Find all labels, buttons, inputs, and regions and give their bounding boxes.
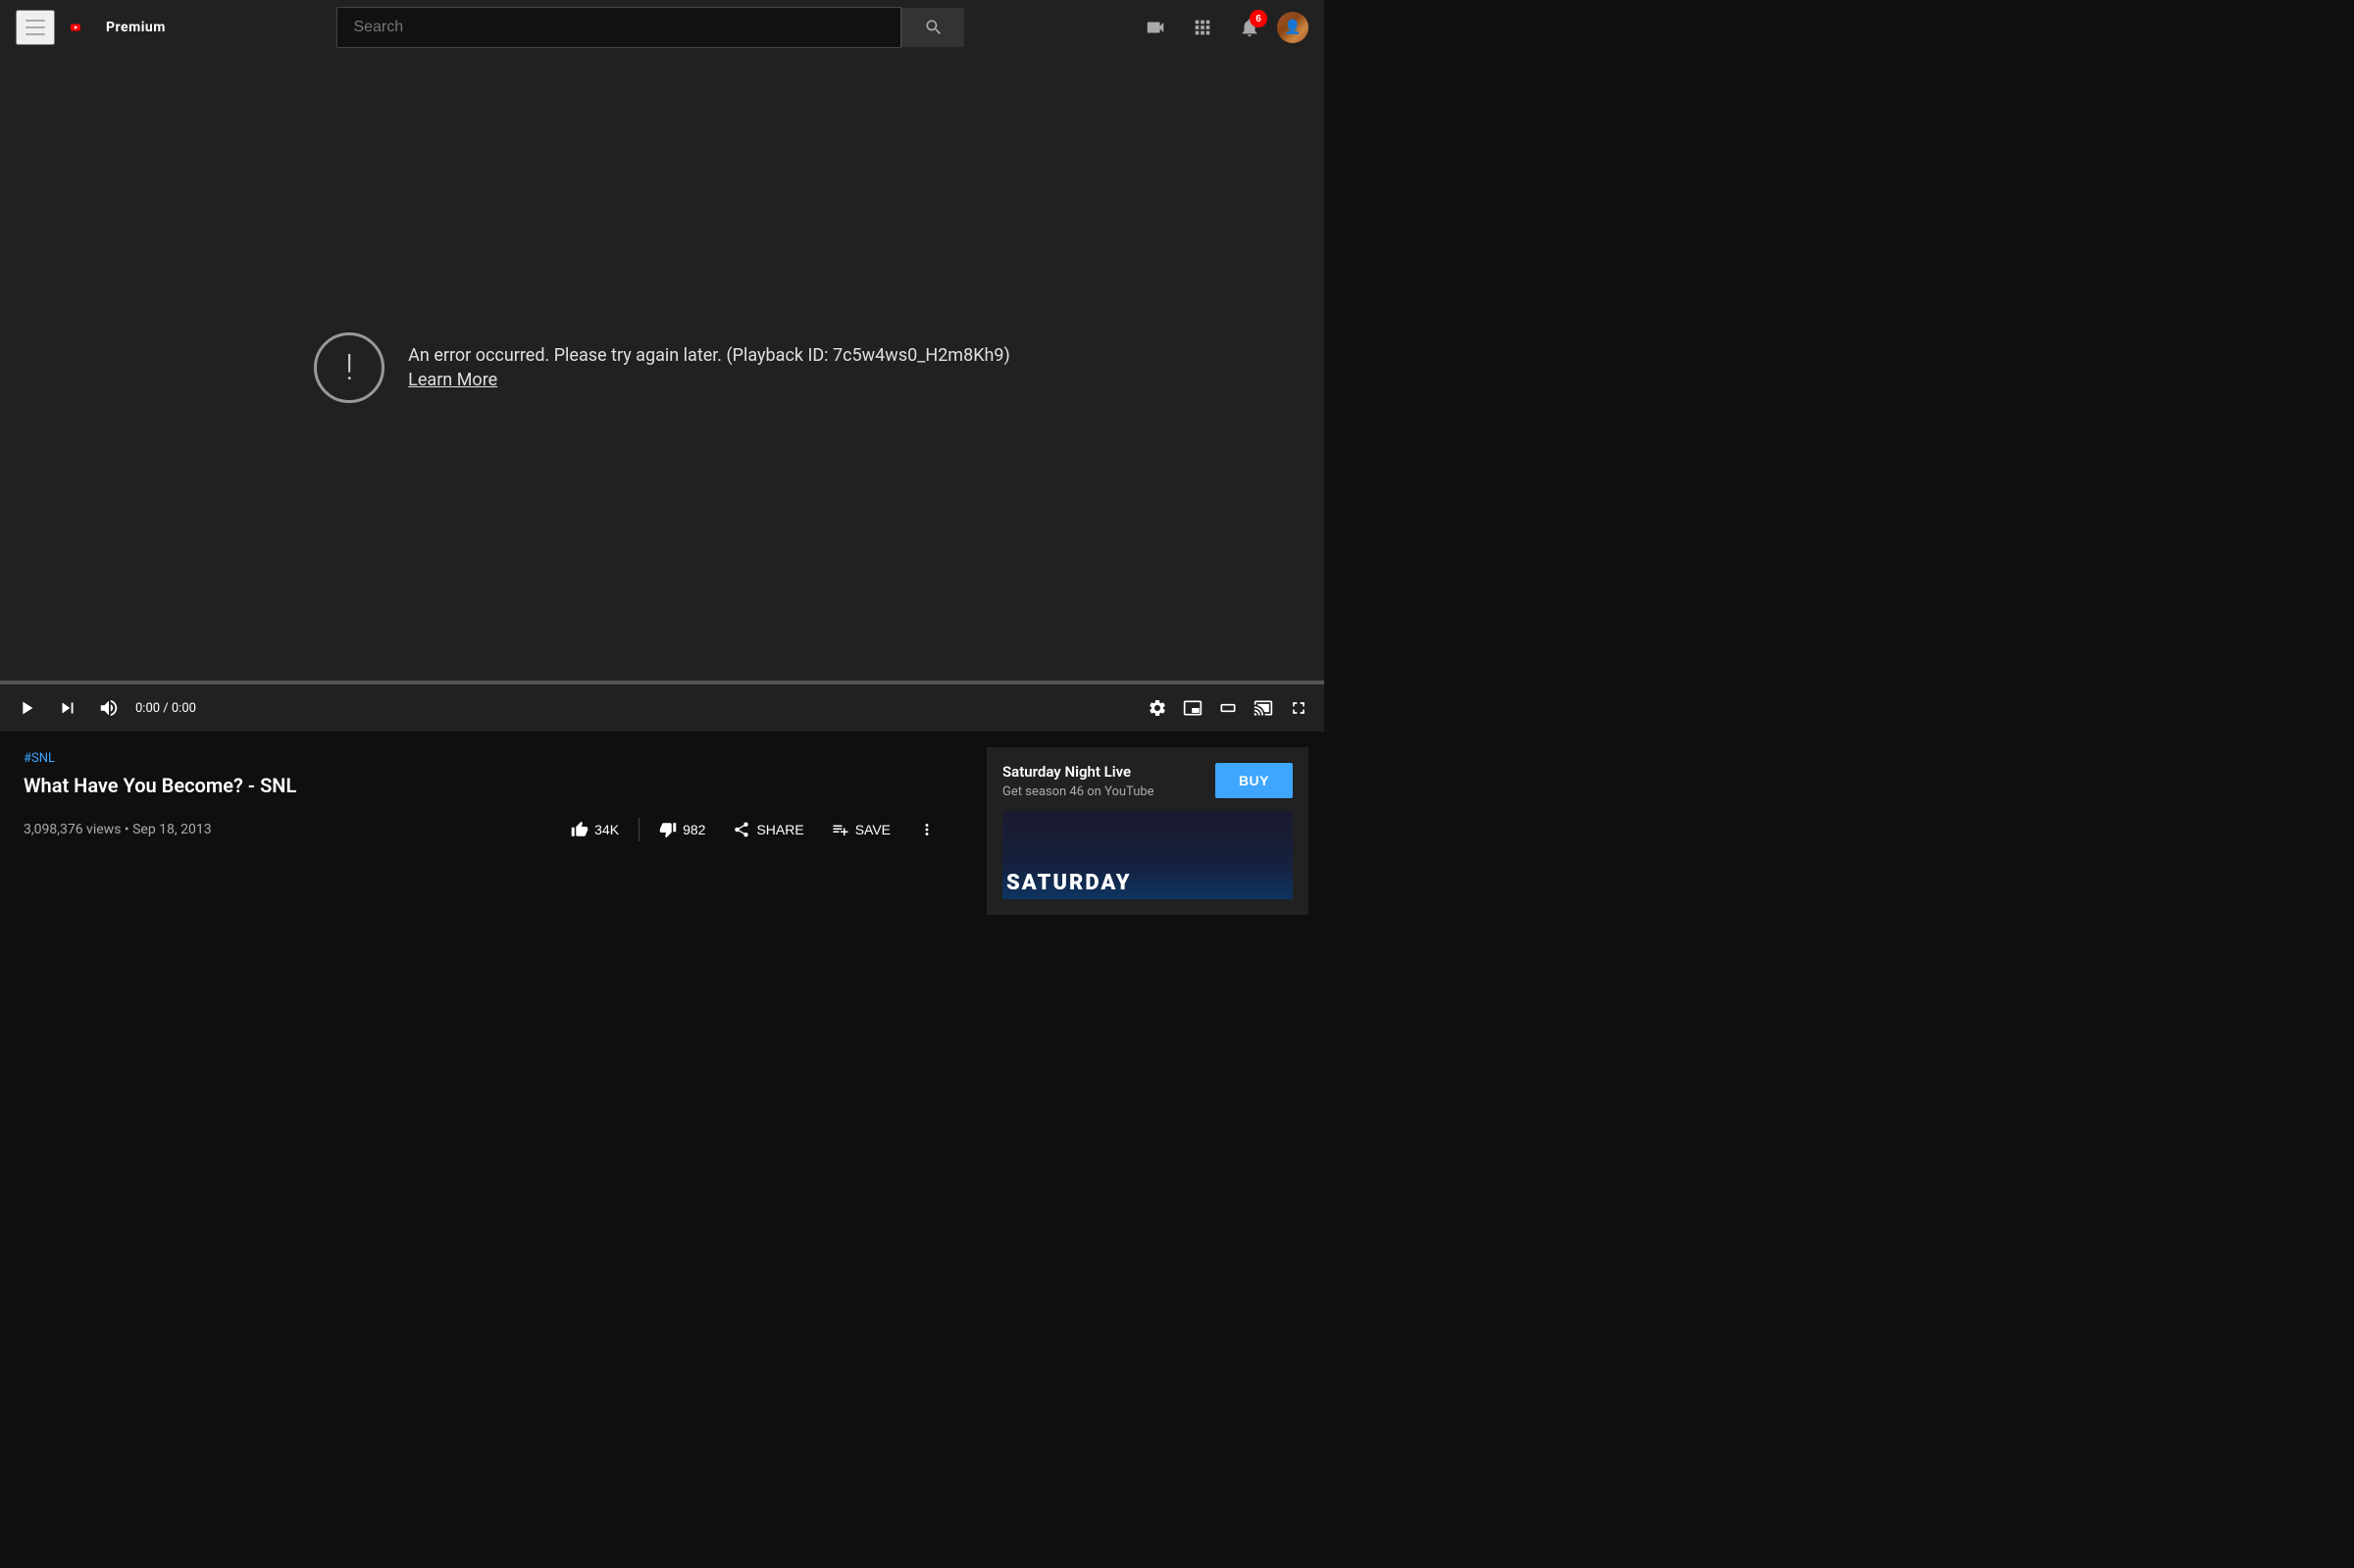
snl-promo-text: Saturday Night Live Get season 46 on You…	[1002, 763, 1203, 799]
time-display: 0:00 / 0:00	[135, 701, 196, 716]
video-stats: 3,098,376 views • Sep 18, 2013	[24, 822, 212, 837]
volume-icon	[98, 697, 120, 719]
more-icon	[918, 821, 936, 838]
save-label: SAVE	[855, 822, 891, 837]
more-button[interactable]	[906, 813, 947, 846]
player-controls: 0:00 / 0:00	[0, 684, 1324, 732]
like-button[interactable]: 34K	[559, 813, 631, 846]
error-text-block: An error occurred. Please try again late…	[408, 345, 1010, 390]
video-actions: 34K 982 SHARE	[559, 813, 947, 846]
error-exclamation-mark: !	[345, 350, 353, 385]
next-button[interactable]	[53, 693, 82, 723]
create-button[interactable]	[1136, 8, 1175, 47]
snl-promo-inner: Saturday Night Live Get season 46 on You…	[1002, 763, 1293, 799]
video-hashtag[interactable]: #SNL	[24, 751, 55, 766]
video-player: ! An error occurred. Please try again la…	[0, 55, 1324, 732]
video-main: ! An error occurred. Please try again la…	[0, 55, 1324, 681]
apps-icon	[1192, 17, 1213, 38]
avatar-image: 👤	[1277, 12, 1308, 43]
action-divider	[639, 818, 640, 841]
notification-badge: 6	[1250, 10, 1267, 27]
notifications-button[interactable]: 6	[1230, 8, 1269, 47]
learn-more-link[interactable]: Learn More	[408, 370, 1010, 390]
header-left: Premium	[16, 10, 166, 45]
thumbs-up-icon	[571, 821, 588, 838]
apps-button[interactable]	[1183, 8, 1222, 47]
thumbs-down-icon	[659, 821, 677, 838]
snl-promo-box: Saturday Night Live Get season 46 on You…	[987, 747, 1308, 915]
settings-button[interactable]	[1144, 694, 1171, 722]
buy-button[interactable]: BUY	[1215, 763, 1293, 798]
header-right: 6 👤	[1136, 8, 1308, 47]
video-title: What Have You Become? - SNL	[24, 774, 947, 797]
share-icon	[733, 821, 750, 838]
search-input-wrapper	[336, 7, 901, 48]
like-count: 34K	[594, 822, 619, 837]
settings-icon	[1148, 698, 1167, 718]
title-area: What Have You Become? - SNL	[0, 766, 971, 797]
miniplayer-button[interactable]	[1179, 694, 1206, 722]
search-input[interactable]	[337, 8, 900, 47]
create-icon	[1145, 17, 1166, 38]
main-content: ! An error occurred. Please try again la…	[0, 55, 1324, 931]
cast-icon	[1254, 698, 1273, 718]
save-button[interactable]: SAVE	[820, 813, 902, 846]
theater-icon	[1218, 698, 1238, 718]
fullscreen-icon	[1289, 698, 1308, 718]
progress-bar[interactable]	[0, 681, 1324, 684]
save-icon	[832, 821, 849, 838]
search-button[interactable]	[901, 8, 964, 47]
skip-next-icon	[57, 697, 78, 719]
youtube-logo-icon	[71, 17, 102, 38]
header: Premium 6 👤	[0, 0, 1324, 55]
video-info-left: #SNL What Have You Become? - SNL 3,098,3…	[0, 732, 971, 931]
controls-right	[1144, 694, 1312, 722]
snl-thumbnail: SATURDAY	[1002, 811, 1293, 899]
cast-button[interactable]	[1250, 694, 1277, 722]
fullscreen-button[interactable]	[1285, 694, 1312, 722]
miniplayer-icon	[1183, 698, 1203, 718]
hashtag-area: #SNL	[0, 732, 971, 766]
video-meta-row: 3,098,376 views • Sep 18, 2013 34K	[0, 805, 971, 854]
premium-label: Premium	[106, 20, 166, 35]
error-icon: !	[314, 332, 384, 403]
video-info-area: #SNL What Have You Become? - SNL 3,098,3…	[0, 732, 1324, 931]
snl-channel-subtitle: Get season 46 on YouTube	[1002, 784, 1203, 799]
avatar[interactable]: 👤	[1277, 12, 1308, 43]
search-container	[336, 7, 964, 48]
right-promo-panel: Saturday Night Live Get season 46 on You…	[971, 732, 1324, 931]
share-button[interactable]: SHARE	[721, 813, 815, 846]
error-message: An error occurred. Please try again late…	[408, 345, 1010, 366]
play-button[interactable]	[12, 693, 41, 723]
dislike-count: 982	[683, 822, 705, 837]
volume-button[interactable]	[94, 693, 124, 723]
logo[interactable]: Premium	[71, 17, 166, 38]
snl-channel-title: Saturday Night Live	[1002, 763, 1203, 781]
error-container: ! An error occurred. Please try again la…	[314, 332, 1010, 403]
search-icon	[924, 18, 944, 37]
play-icon	[16, 697, 37, 719]
theater-button[interactable]	[1214, 694, 1242, 722]
menu-button[interactable]	[16, 10, 55, 45]
snl-thumbnail-text: SATURDAY	[1006, 871, 1132, 895]
dislike-button[interactable]: 982	[647, 813, 717, 846]
share-label: SHARE	[756, 822, 803, 837]
